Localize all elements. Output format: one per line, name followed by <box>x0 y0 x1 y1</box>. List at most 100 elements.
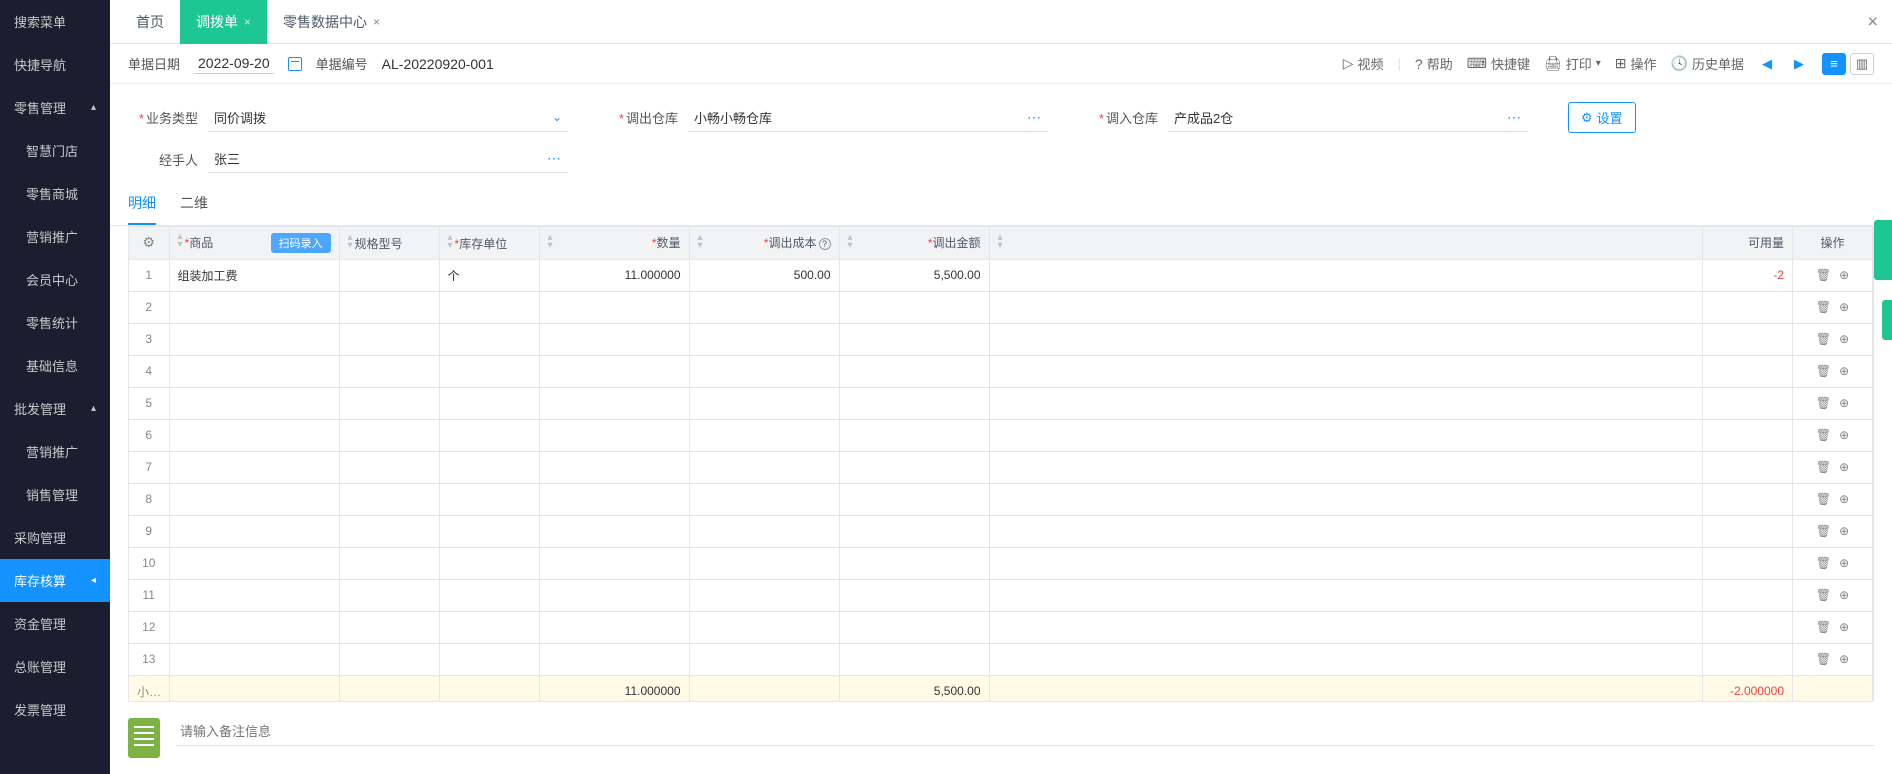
sidebar-item[interactable]: 营销推广 <box>0 215 110 258</box>
sidebar-item[interactable]: 批发管理▴ <box>0 387 110 430</box>
add-row-icon[interactable]: ⊕ <box>1839 524 1849 538</box>
delete-row-icon[interactable]: 🗑 <box>1816 396 1831 410</box>
delete-row-icon[interactable]: 🗑 <box>1816 492 1831 506</box>
prev-doc[interactable]: ◀ <box>1758 56 1776 72</box>
help-icon[interactable]: ? <box>819 238 831 250</box>
sidebar-item[interactable]: 零售统计 <box>0 301 110 344</box>
card-view-toggle[interactable]: ▥ <box>1850 53 1874 75</box>
list-view-toggle[interactable]: ≡ <box>1822 53 1846 75</box>
delete-row-icon[interactable]: 🗑 <box>1816 268 1831 282</box>
delete-row-icon[interactable]: 🗑 <box>1816 556 1831 570</box>
sidebar-item[interactable]: 发票管理 <box>0 688 110 731</box>
out-wh-select[interactable]: 小畅小畅仓库⋯ <box>688 104 1048 132</box>
col-unit[interactable]: ▴▾*库存单位 <box>439 227 539 259</box>
tab-two-dim[interactable]: 二维 <box>180 193 208 225</box>
delete-row-icon[interactable]: 🗑 <box>1816 620 1831 634</box>
print-button[interactable]: 🖨打印▾ <box>1544 54 1601 73</box>
sidebar-item[interactable]: 快捷导航 <box>0 43 110 86</box>
delete-row-icon[interactable]: 🗑 <box>1816 460 1831 474</box>
sidebar-item[interactable]: 智慧门店 <box>0 129 110 172</box>
col-cost[interactable]: ▴▾*调出成本? <box>689 227 839 259</box>
shortcut-link[interactable]: ⌨快捷键 <box>1467 54 1530 73</box>
video-link[interactable]: ▷视频 <box>1343 54 1384 73</box>
table-row[interactable]: 2🗑⊕ <box>129 291 1873 323</box>
close-icon[interactable]: × <box>244 15 251 29</box>
col-spec[interactable]: ▴▾规格型号 <box>339 227 439 259</box>
biz-type-label: 业务类型 <box>146 111 198 126</box>
add-row-icon[interactable]: ⊕ <box>1839 556 1849 570</box>
table-row[interactable]: 8🗑⊕ <box>129 483 1873 515</box>
note-icon[interactable] <box>128 718 160 758</box>
more-icon: ⋯ <box>1027 109 1042 126</box>
col-available[interactable]: 可用量 <box>1703 227 1793 259</box>
table-row[interactable]: 9🗑⊕ <box>129 515 1873 547</box>
table-row[interactable]: 12🗑⊕ <box>129 611 1873 643</box>
col-blank[interactable]: ▴▾ <box>989 227 1703 259</box>
operate-button[interactable]: ⊞操作 <box>1615 54 1657 73</box>
delete-row-icon[interactable]: 🗑 <box>1816 364 1831 378</box>
add-row-icon[interactable]: ⊕ <box>1839 332 1849 346</box>
add-row-icon[interactable]: ⊕ <box>1839 620 1849 634</box>
add-row-icon[interactable]: ⊕ <box>1839 588 1849 602</box>
add-row-icon[interactable]: ⊕ <box>1839 364 1849 378</box>
close-all-tabs[interactable]: × <box>1867 11 1878 32</box>
handler-select[interactable]: 张三⋯ <box>208 145 568 173</box>
delete-row-icon[interactable]: 🗑 <box>1816 332 1831 346</box>
in-wh-select[interactable]: 产成品2仓⋯ <box>1168 104 1528 132</box>
table-row[interactable]: 4🗑⊕ <box>129 355 1873 387</box>
table-row[interactable]: 10🗑⊕ <box>129 547 1873 579</box>
table-row[interactable]: 7🗑⊕ <box>129 451 1873 483</box>
settings-button[interactable]: ⚙设置 <box>1568 102 1636 133</box>
biz-type-select[interactable]: 同价调拨⌄ <box>208 104 568 132</box>
table-row[interactable]: 6🗑⊕ <box>129 419 1873 451</box>
table-row[interactable]: 13🗑⊕ <box>129 643 1873 675</box>
add-row-icon[interactable]: ⊕ <box>1839 460 1849 474</box>
table-row[interactable]: 11🗑⊕ <box>129 579 1873 611</box>
sidebar-item[interactable]: 资金管理 <box>0 602 110 645</box>
col-product[interactable]: ▴▾*商品扫码录入 <box>169 227 339 259</box>
sidebar-item[interactable]: 库存核算◂ <box>0 559 110 602</box>
history-button[interactable]: 🕓历史单据 <box>1671 54 1744 73</box>
tab[interactable]: 零售数据中心× <box>267 0 396 44</box>
col-amount[interactable]: ▴▾*调出金额 <box>839 227 989 259</box>
tab[interactable]: 首页 <box>120 0 180 44</box>
add-row-icon[interactable]: ⊕ <box>1839 428 1849 442</box>
table-row[interactable]: 1组装加工费个11.000000500.005,500.00-2🗑⊕ <box>129 259 1873 291</box>
table-row[interactable]: 5🗑⊕ <box>129 387 1873 419</box>
biz-type-value: 同价调拨 <box>214 108 266 127</box>
close-icon[interactable]: × <box>373 15 380 29</box>
sidebar-item[interactable]: 营销推广 <box>0 430 110 473</box>
sidebar-item[interactable]: 零售管理▴ <box>0 86 110 129</box>
add-row-icon[interactable]: ⊕ <box>1839 652 1849 666</box>
add-row-icon[interactable]: ⊕ <box>1839 492 1849 506</box>
sidebar-item[interactable]: 基础信息 <box>0 344 110 387</box>
table-row[interactable]: 3🗑⊕ <box>129 323 1873 355</box>
add-row-icon[interactable]: ⊕ <box>1839 300 1849 314</box>
col-gear[interactable]: ⚙ <box>129 227 169 259</box>
add-row-icon[interactable]: ⊕ <box>1839 268 1849 282</box>
sidebar-item[interactable]: 总账管理 <box>0 645 110 688</box>
operate-label: 操作 <box>1631 54 1657 73</box>
add-row-icon[interactable]: ⊕ <box>1839 396 1849 410</box>
sidebar-item[interactable]: 会员中心 <box>0 258 110 301</box>
delete-row-icon[interactable]: 🗑 <box>1816 588 1831 602</box>
delete-row-icon[interactable]: 🗑 <box>1816 652 1831 666</box>
doc-date-value[interactable]: 2022-09-20 <box>194 53 274 74</box>
sidebar-item[interactable]: 销售管理 <box>0 473 110 516</box>
next-doc[interactable]: ▶ <box>1790 56 1808 72</box>
side-drawer-handle[interactable] <box>1874 220 1892 280</box>
calendar-icon[interactable] <box>288 57 302 71</box>
side-drawer-knob[interactable] <box>1882 300 1892 340</box>
sidebar-item[interactable]: 采购管理 <box>0 516 110 559</box>
delete-row-icon[interactable]: 🗑 <box>1816 300 1831 314</box>
tab[interactable]: 调拨单× <box>180 0 267 44</box>
tab-detail[interactable]: 明细 <box>128 193 156 225</box>
help-link[interactable]: ?帮助 <box>1415 54 1453 73</box>
delete-row-icon[interactable]: 🗑 <box>1816 428 1831 442</box>
sidebar-item[interactable]: 搜索菜单 <box>0 0 110 43</box>
scan-input-button[interactable]: 扫码录入 <box>271 233 331 253</box>
remark-input[interactable] <box>176 718 1874 746</box>
sidebar-item[interactable]: 零售商城 <box>0 172 110 215</box>
delete-row-icon[interactable]: 🗑 <box>1816 524 1831 538</box>
col-qty[interactable]: ▴▾*数量 <box>539 227 689 259</box>
